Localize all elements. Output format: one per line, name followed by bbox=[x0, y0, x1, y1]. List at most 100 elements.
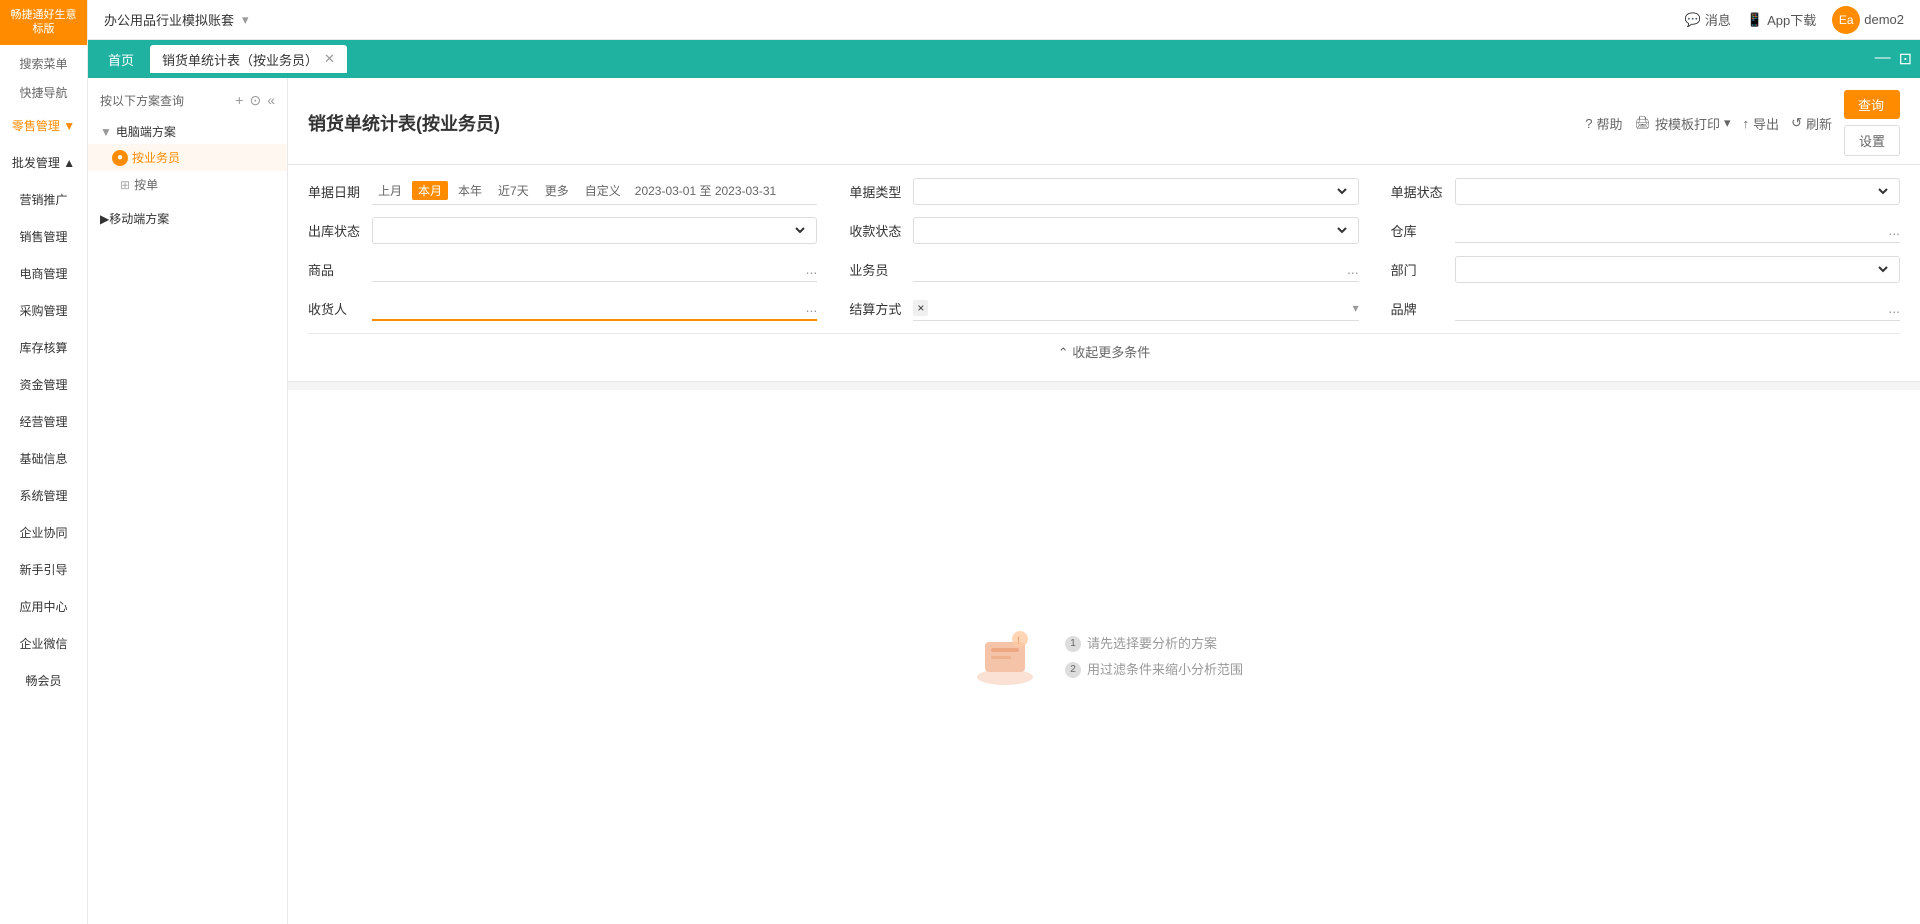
scheme-group-mobile-title[interactable]: ▶ 移动端方案 bbox=[88, 206, 287, 231]
svg-text:!: ! bbox=[1017, 636, 1020, 647]
collapse-btn[interactable]: ⌃ 收起更多条件 bbox=[308, 333, 1900, 369]
sidebar-item-operation[interactable]: 经营管理 bbox=[0, 403, 87, 440]
salesperson-dots[interactable]: ... bbox=[1347, 261, 1359, 277]
dropdown-icon[interactable]: ▾ bbox=[242, 12, 249, 28]
filter-area: 单据日期 上月 本月 本年 近7天 更多 自定义 2023-03-01 至 20… bbox=[288, 165, 1920, 382]
query-button[interactable]: 查询 bbox=[1844, 90, 1900, 119]
order-type-select[interactable] bbox=[922, 183, 1349, 200]
sidebar-item-system[interactable]: 系统管理 bbox=[0, 477, 87, 514]
date-tab-current-month[interactable]: 本月 bbox=[412, 181, 448, 200]
collapse-panel-icon[interactable]: « bbox=[267, 92, 275, 109]
goods-control[interactable]: ... bbox=[372, 257, 817, 282]
order-type-control[interactable] bbox=[913, 178, 1358, 205]
help-icon: ? bbox=[1585, 116, 1592, 131]
tab-home[interactable]: 首页 bbox=[96, 45, 146, 73]
date-value: 2023-03-01 至 2023-03-31 bbox=[635, 182, 776, 199]
payment-control[interactable] bbox=[913, 217, 1358, 244]
settlement-tag-close[interactable]: × bbox=[917, 301, 924, 315]
date-tab-current-year[interactable]: 本年 bbox=[452, 181, 488, 200]
stock-select[interactable] bbox=[381, 222, 808, 239]
sidebar-item-purchase[interactable]: 采购管理 bbox=[0, 292, 87, 329]
settlement-control[interactable]: × ▾ bbox=[913, 296, 1358, 321]
scheme-item-by-order[interactable]: ⊞ 按单 bbox=[88, 171, 287, 198]
add-scheme-icon[interactable]: + bbox=[235, 92, 243, 109]
tab-minimize-icon[interactable]: — bbox=[1875, 49, 1891, 69]
filter-date-item: 单据日期 上月 本月 本年 近7天 更多 自定义 2023-03-01 至 20… bbox=[308, 177, 817, 205]
sidebar-item-ecom[interactable]: 电商管理 bbox=[0, 255, 87, 292]
salesperson-control[interactable]: ... bbox=[913, 257, 1358, 282]
scheme-sub-label: 按单 bbox=[134, 176, 158, 193]
scheme-group-desktop-title[interactable]: ▼ 电脑端方案 bbox=[88, 119, 287, 144]
user-avatar-btn[interactable]: Ea demo2 bbox=[1832, 6, 1904, 34]
warehouse-control[interactable]: ... bbox=[1455, 218, 1900, 243]
account-name[interactable]: 办公用品行业模拟账套 bbox=[104, 10, 234, 29]
date-tab-more[interactable]: 更多 bbox=[539, 181, 575, 200]
sidebar-item-marketing[interactable]: 营销推广 bbox=[0, 181, 87, 218]
stock-control[interactable] bbox=[372, 217, 817, 244]
goods-dots[interactable]: ... bbox=[806, 261, 818, 277]
empty-icon: ! bbox=[965, 617, 1045, 697]
sidebar-item-enterprise[interactable]: 企业协同 bbox=[0, 514, 87, 551]
tab-sales-stat[interactable]: 销货单统计表（按业务员） ✕ bbox=[150, 45, 347, 73]
sidebar-item-finance[interactable]: 资金管理 bbox=[0, 366, 87, 403]
help-btn[interactable]: ? 帮助 bbox=[1585, 114, 1622, 133]
order-status-select[interactable] bbox=[1464, 183, 1891, 200]
tabbar: 首页 销货单统计表（按业务员） ✕ — ⊡ bbox=[88, 40, 1920, 78]
date-tab-custom[interactable]: 自定义 bbox=[579, 181, 627, 200]
tab-close-icon[interactable]: ✕ bbox=[324, 51, 335, 67]
sidebar-item-inventory[interactable]: 库存核算 bbox=[0, 329, 87, 366]
warehouse-dots[interactable]: ... bbox=[1888, 222, 1900, 238]
sidebar-item-label: 电商管理 bbox=[0, 265, 87, 282]
sidebar-logo[interactable]: 畅捷通好生意 标版 bbox=[0, 0, 87, 45]
app-download-btn[interactable]: 📱 App下载 bbox=[1747, 10, 1816, 29]
sidebar-item-wholesale[interactable]: 批发管理 ▲ bbox=[0, 144, 87, 181]
settings-button[interactable]: 设置 bbox=[1844, 125, 1900, 156]
sidebar-item-label: 基础信息 bbox=[0, 450, 87, 467]
scheme-group-desktop: ▼ 电脑端方案 ● 按业务员 ⊞ 按单 bbox=[88, 115, 287, 202]
export-btn[interactable]: ↑ 导出 bbox=[1743, 114, 1780, 133]
sidebar-item-label: 采购管理 bbox=[0, 302, 87, 319]
consignee-dots[interactable]: ... bbox=[806, 299, 818, 315]
sidebar-item-basic[interactable]: 基础信息 bbox=[0, 440, 87, 477]
filter-stock-item: 出库状态 bbox=[308, 217, 817, 244]
scheme-item-by-salesperson[interactable]: ● 按业务员 bbox=[88, 144, 287, 171]
sub-icon: ⊞ bbox=[120, 178, 130, 192]
sidebar-item-newbie[interactable]: 新手引导 bbox=[0, 551, 87, 588]
step-1: 1 请先选择要分析的方案 bbox=[1065, 631, 1243, 657]
date-label: 单据日期 bbox=[308, 182, 364, 201]
department-control[interactable] bbox=[1455, 256, 1900, 283]
refresh-btn[interactable]: ↺ 刷新 bbox=[1791, 114, 1832, 133]
message-btn[interactable]: 💬 消息 bbox=[1685, 10, 1731, 29]
sidebar-item-sales[interactable]: 销售管理 bbox=[0, 218, 87, 255]
sidebar-shortcut[interactable]: 快捷导航 bbox=[19, 78, 67, 107]
sidebar-item-member[interactable]: 畅会员 bbox=[0, 662, 87, 699]
refresh-icon: ↺ bbox=[1791, 115, 1802, 131]
logo-subtext: 标版 bbox=[4, 22, 83, 36]
consignee-control[interactable]: ... bbox=[372, 295, 817, 321]
sidebar-item-label: 经营管理 bbox=[0, 413, 87, 430]
tabbar-actions: — ⊡ bbox=[1875, 49, 1912, 69]
sidebar-item-retail[interactable]: 零售管理 ▼ bbox=[0, 107, 87, 144]
sidebar-item-corpwx[interactable]: 企业微信 bbox=[0, 625, 87, 662]
brand-dots[interactable]: ... bbox=[1888, 300, 1900, 316]
salesperson-label: 业务员 bbox=[849, 260, 905, 279]
export-label: 导出 bbox=[1753, 114, 1779, 133]
department-select[interactable] bbox=[1464, 261, 1891, 278]
tab-maximize-icon[interactable]: ⊡ bbox=[1899, 49, 1912, 69]
template-print-btn[interactable]: 🖨 按模板打印 ▾ bbox=[1634, 114, 1730, 133]
filter-consignee-item: 收货人 ... bbox=[308, 295, 817, 321]
sidebar-search[interactable]: 搜索菜单 bbox=[19, 45, 67, 78]
settlement-dropdown-icon[interactable]: ▾ bbox=[1353, 301, 1359, 315]
brand-control[interactable]: ... bbox=[1455, 296, 1900, 321]
date-tab-7days[interactable]: 近7天 bbox=[492, 181, 535, 200]
consignee-label: 收货人 bbox=[308, 299, 364, 318]
expand-arrow-mobile-icon: ▶ bbox=[100, 212, 109, 226]
payment-select[interactable] bbox=[922, 222, 1349, 239]
edit-scheme-icon[interactable]: ⊙ bbox=[249, 92, 261, 109]
avatar: Ea bbox=[1832, 6, 1860, 34]
order-status-control[interactable] bbox=[1455, 178, 1900, 205]
refresh-label: 刷新 bbox=[1806, 114, 1832, 133]
sidebar-item-appcenter[interactable]: 应用中心 bbox=[0, 588, 87, 625]
date-tab-last-month[interactable]: 上月 bbox=[372, 181, 408, 200]
sidebar-item-label: 企业微信 bbox=[0, 635, 87, 652]
